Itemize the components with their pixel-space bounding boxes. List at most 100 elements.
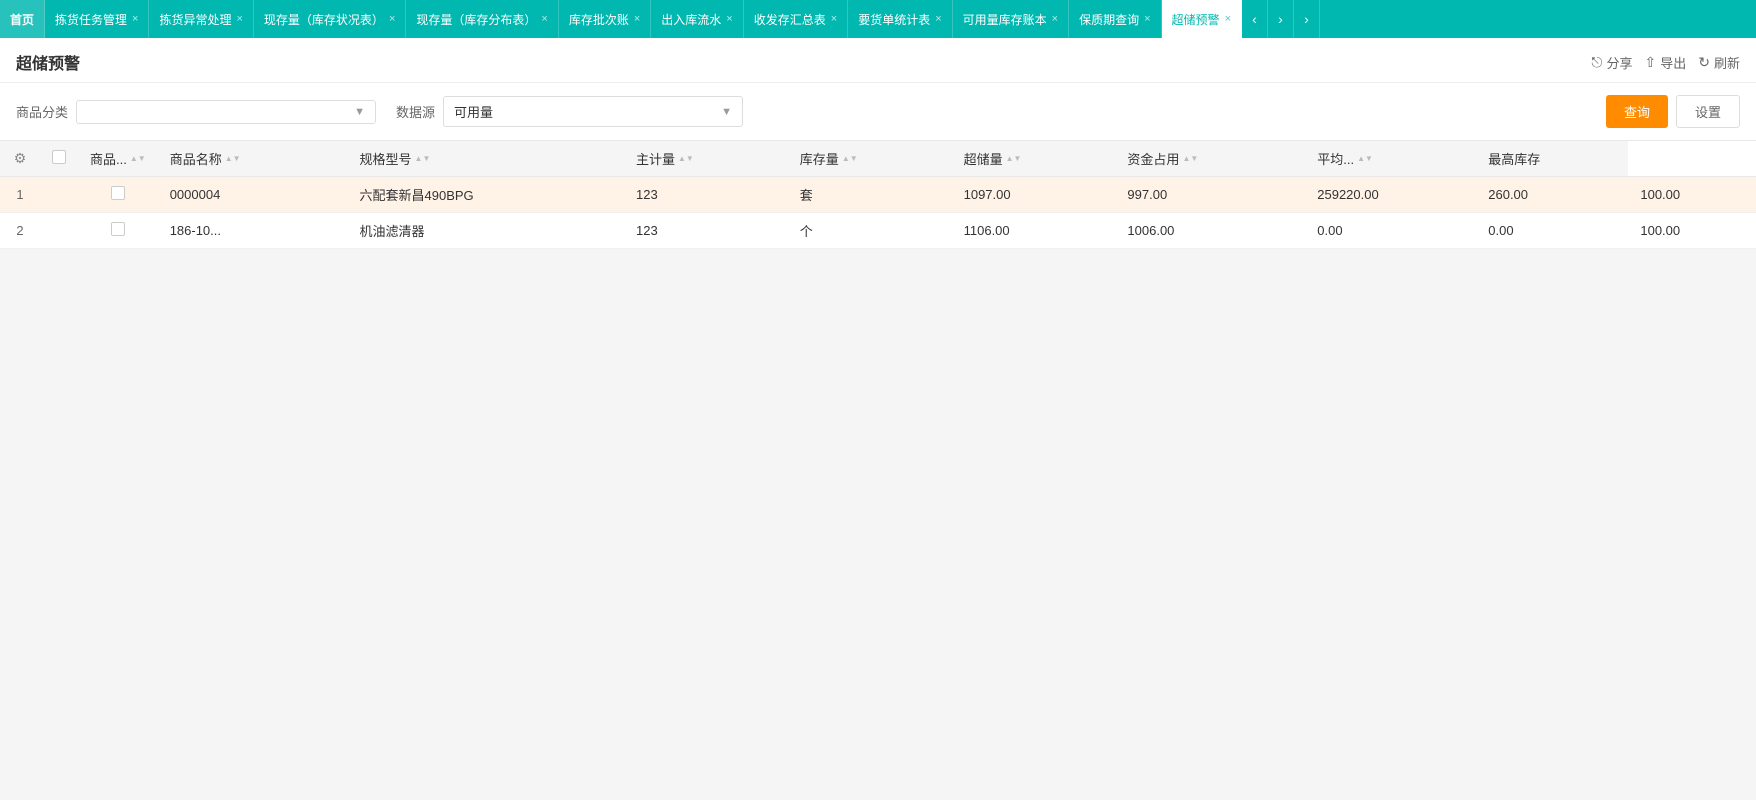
th-settings: ⚙ [0, 141, 40, 177]
nav-available-account[interactable]: 可用量库存账本 × [953, 0, 1069, 38]
share-button[interactable]: ⎋ 分享 [1591, 53, 1632, 72]
row-checkbox-cell [78, 213, 158, 249]
nav-order-stats[interactable]: 要货单统计表 × [848, 0, 952, 38]
header-actions: ⎋ 分享 ⇧ 导出 ↻ 刷新 [1591, 53, 1740, 72]
refresh-icon: ↻ [1698, 54, 1710, 71]
table-row: 1 0000004 六配套新昌490BPG 123 套 1097.00 997.… [0, 177, 1756, 213]
cell-avg: 0.00 [1476, 213, 1628, 249]
nav-batch-account[interactable]: 库存批次账 × [559, 0, 651, 38]
th-checkbox [40, 141, 78, 177]
table-body: 1 0000004 六配套新昌490BPG 123 套 1097.00 997.… [0, 177, 1756, 249]
gear-icon[interactable]: ⚙ [14, 150, 27, 166]
close-overstock-warning[interactable]: × [1225, 13, 1231, 25]
nav-summary[interactable]: 收发存汇总表 × [744, 0, 848, 38]
cell-spec: 123 [624, 177, 788, 213]
data-source-chevron-icon: ▼ [721, 106, 732, 118]
filter-area: 商品分类 ▼ 数据源 可用量 ▼ 查询 设置 [0, 83, 1756, 140]
product-category-group: 商品分类 ▼ [16, 100, 376, 124]
cell-product-name: 六配套新昌490BPG [348, 177, 624, 213]
settings-button[interactable]: 设置 [1676, 95, 1740, 128]
cell-product-code: 0000004 [158, 177, 348, 213]
nav-more-arrow[interactable]: › [1294, 0, 1320, 38]
product-category-label: 商品分类 [16, 102, 68, 121]
cell-spec: 123 [624, 213, 788, 249]
close-flow[interactable]: × [726, 13, 732, 25]
close-pick-exception[interactable]: × [236, 13, 242, 25]
page-title: 超储预警 [16, 50, 80, 74]
th-stock[interactable]: 库存量 ▲▼ [788, 141, 952, 177]
th-unit[interactable]: 主计量 ▲▼ [624, 141, 788, 177]
query-button[interactable]: 查询 [1606, 95, 1668, 128]
cell-row-index: 1 [0, 177, 40, 213]
cell-max-stock: 100.00 [1628, 213, 1756, 249]
nav-next-arrow[interactable]: › [1268, 0, 1294, 38]
cell-product-name: 机油滤清器 [348, 213, 624, 249]
data-source-select[interactable]: 可用量 ▼ [443, 96, 743, 127]
cell-product-code: 186-10... [158, 213, 348, 249]
cell-unit: 个 [788, 213, 952, 249]
data-source-label: 数据源 [396, 102, 435, 121]
page-container: 超储预警 ⎋ 分享 ⇧ 导出 ↻ 刷新 商品分类 ▼ 数据源 [0, 38, 1756, 249]
nav-home[interactable]: 首页 [0, 0, 45, 38]
nav-pick-task[interactable]: 拣货任务管理 × [45, 0, 149, 38]
th-over-stock[interactable]: 超储量 ▲▼ [952, 141, 1116, 177]
th-product-code[interactable]: 商品... ▲▼ [78, 141, 158, 177]
close-stock-status[interactable]: × [389, 13, 395, 25]
filter-actions: 查询 设置 [1606, 95, 1740, 128]
close-quality-query[interactable]: × [1144, 13, 1150, 25]
close-summary[interactable]: × [831, 13, 837, 25]
chevron-down-icon: ▼ [354, 106, 365, 118]
share-icon: ⎋ [1591, 54, 1602, 71]
nav-overstock-warning[interactable]: 超储预警 × [1162, 0, 1242, 38]
cell-over-stock: 1006.00 [1115, 213, 1305, 249]
cell-capital-usage: 259220.00 [1305, 177, 1476, 213]
th-capital-usage[interactable]: 资金占用 ▲▼ [1115, 141, 1305, 177]
table-container: ⚙ 商品... ▲▼ 商品名称 ▲▼ [0, 140, 1756, 249]
cell-avg: 260.00 [1476, 177, 1628, 213]
sort-spec-icon[interactable]: ▲▼ [415, 155, 431, 163]
cell-row-index: 2 [0, 213, 40, 249]
sort-unit-icon[interactable]: ▲▼ [678, 155, 694, 163]
refresh-button[interactable]: ↻ 刷新 [1698, 53, 1740, 72]
th-spec[interactable]: 规格型号 ▲▼ [348, 141, 624, 177]
sort-capital-icon[interactable]: ▲▼ [1182, 155, 1198, 163]
select-all-checkbox[interactable] [52, 150, 66, 164]
table-header-row: ⚙ 商品... ▲▼ 商品名称 ▲▼ [0, 141, 1756, 177]
nav-quality-query[interactable]: 保质期查询 × [1069, 0, 1161, 38]
export-icon: ⇧ [1645, 54, 1657, 71]
row-settings-cell [40, 213, 78, 249]
cell-stock: 1106.00 [952, 213, 1116, 249]
cell-stock: 1097.00 [952, 177, 1116, 213]
nav-stock-status[interactable]: 现存量（库存状况表） × [254, 0, 406, 38]
nav-stock-dist[interactable]: 现存量（库存分布表） × [406, 0, 558, 38]
th-max-stock[interactable]: 最高库存 [1476, 141, 1628, 177]
sort-product-name-icon[interactable]: ▲▼ [225, 155, 241, 163]
nav-prev-arrow[interactable]: ‹ [1242, 0, 1268, 38]
row-checkbox[interactable] [111, 186, 125, 200]
th-avg[interactable]: 平均... ▲▼ [1305, 141, 1476, 177]
sort-over-stock-icon[interactable]: ▲▼ [1006, 155, 1022, 163]
nav-flow[interactable]: 出入库流水 × [651, 0, 743, 38]
nav-pick-exception[interactable]: 拣货异常处理 × [149, 0, 253, 38]
data-source-value: 可用量 [454, 102, 493, 121]
data-source-group: 数据源 可用量 ▼ [396, 96, 743, 127]
cell-capital-usage: 0.00 [1305, 213, 1476, 249]
th-product-name[interactable]: 商品名称 ▲▼ [158, 141, 348, 177]
cell-over-stock: 997.00 [1115, 177, 1305, 213]
export-button[interactable]: ⇧ 导出 [1645, 53, 1687, 72]
close-order-stats[interactable]: × [935, 13, 941, 25]
close-pick-task[interactable]: × [132, 13, 138, 25]
sort-avg-icon[interactable]: ▲▼ [1357, 155, 1373, 163]
row-settings-cell [40, 177, 78, 213]
sort-product-code-icon[interactable]: ▲▼ [130, 155, 146, 163]
table-row: 2 186-10... 机油滤清器 123 个 1106.00 1006.00 … [0, 213, 1756, 249]
close-stock-dist[interactable]: × [541, 13, 547, 25]
close-batch-account[interactable]: × [634, 13, 640, 25]
close-available-account[interactable]: × [1052, 13, 1058, 25]
product-category-select[interactable]: ▼ [76, 100, 376, 124]
row-checkbox[interactable] [111, 222, 125, 236]
sort-stock-icon[interactable]: ▲▼ [842, 155, 858, 163]
data-table: ⚙ 商品... ▲▼ 商品名称 ▲▼ [0, 140, 1756, 249]
nav-bar: 首页 拣货任务管理 × 拣货异常处理 × 现存量（库存状况表） × 现存量（库存… [0, 0, 1756, 38]
cell-unit: 套 [788, 177, 952, 213]
